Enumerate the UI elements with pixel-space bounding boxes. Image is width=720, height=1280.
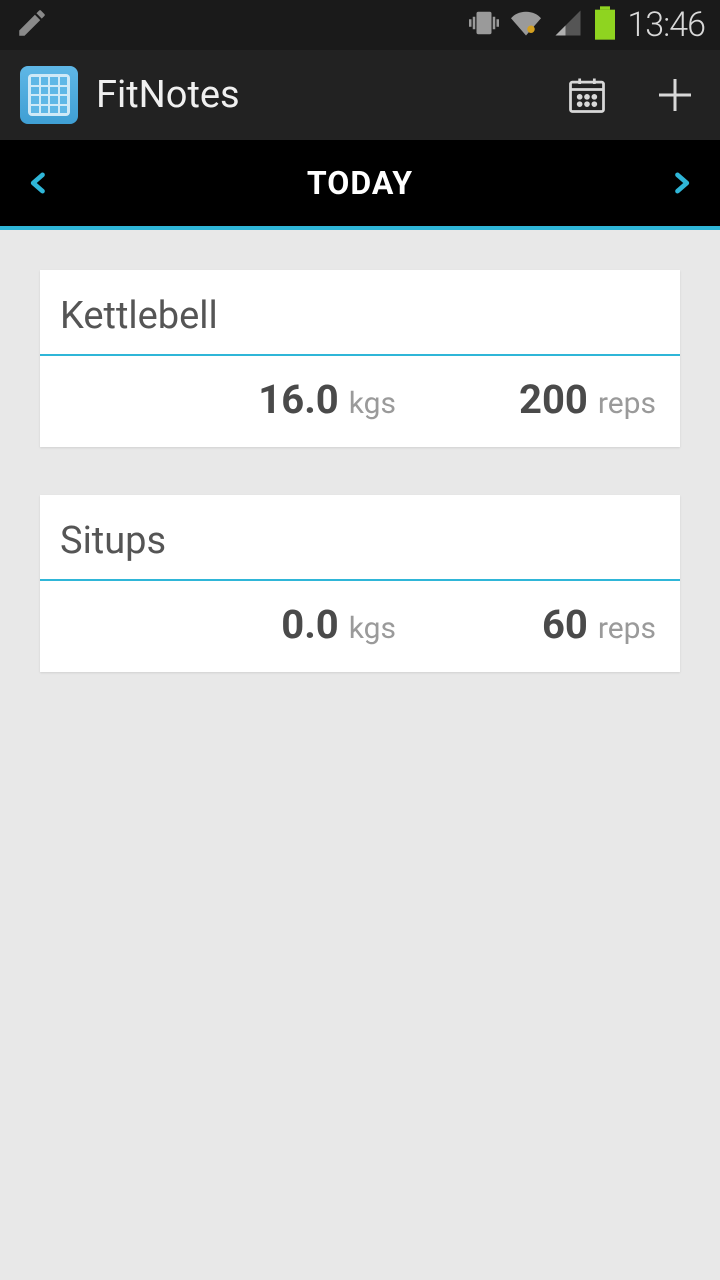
- weight-metric: 0.0 kgs: [196, 601, 396, 648]
- reps-metric: 200 reps: [456, 376, 656, 423]
- vibrate-icon: [469, 8, 499, 42]
- next-day-button[interactable]: [667, 159, 695, 207]
- exercise-name: Situps: [40, 495, 680, 581]
- exercise-card[interactable]: Situps 0.0 kgs 60 reps: [40, 495, 680, 672]
- weight-value: 0.0: [281, 601, 339, 648]
- date-label[interactable]: TODAY: [307, 164, 413, 202]
- app-logo-icon[interactable]: [20, 66, 78, 124]
- prev-day-button[interactable]: [25, 159, 53, 207]
- reps-unit: reps: [598, 611, 656, 646]
- weight-unit: kgs: [349, 386, 396, 421]
- weight-value: 16.0: [258, 376, 338, 423]
- clock: 13:46: [627, 5, 705, 45]
- reps-unit: reps: [598, 386, 656, 421]
- weight-unit: kgs: [349, 611, 396, 646]
- calendar-button[interactable]: [562, 70, 612, 120]
- wifi-icon: [511, 8, 541, 42]
- workout-list: Kettlebell 16.0 kgs 200 reps Situps 0.0 …: [0, 230, 720, 760]
- exercise-set-row: 0.0 kgs 60 reps: [40, 581, 680, 672]
- app-bar: FitNotes: [0, 50, 720, 140]
- weight-metric: 16.0 kgs: [196, 376, 396, 423]
- edit-icon: [15, 6, 49, 44]
- exercise-name: Kettlebell: [40, 270, 680, 356]
- reps-metric: 60 reps: [456, 601, 656, 648]
- date-nav: TODAY: [0, 140, 720, 230]
- battery-icon: [595, 6, 615, 44]
- exercise-set-row: 16.0 kgs 200 reps: [40, 356, 680, 447]
- status-bar: 13:46: [0, 0, 720, 50]
- app-title: FitNotes: [96, 73, 524, 117]
- reps-value: 60: [542, 601, 588, 648]
- add-button[interactable]: [650, 70, 700, 120]
- exercise-card[interactable]: Kettlebell 16.0 kgs 200 reps: [40, 270, 680, 447]
- signal-icon: [553, 8, 583, 42]
- reps-value: 200: [519, 376, 588, 423]
